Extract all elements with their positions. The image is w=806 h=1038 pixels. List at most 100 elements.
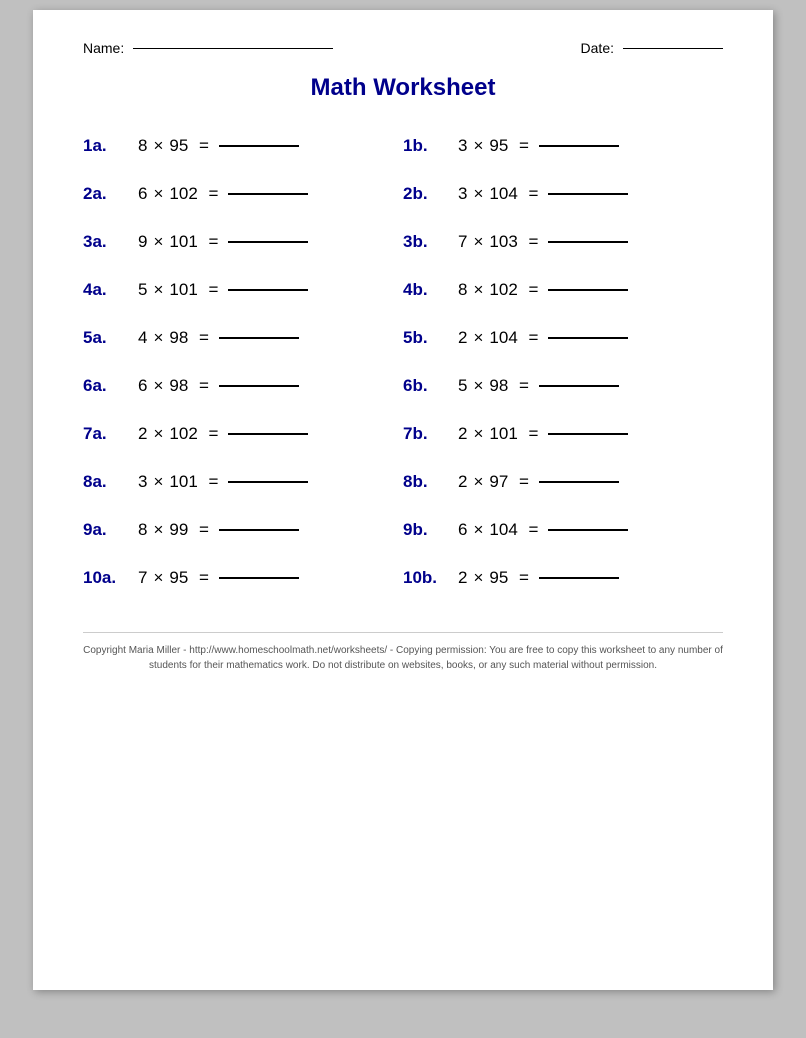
num2-2b: 104 bbox=[489, 184, 517, 204]
equals-symbol: = bbox=[514, 376, 529, 396]
name-field: Name: bbox=[83, 40, 333, 56]
answer-line-6a[interactable] bbox=[219, 385, 299, 387]
times-symbol: × bbox=[473, 376, 483, 396]
times-symbol: × bbox=[473, 136, 483, 156]
times-symbol: × bbox=[473, 184, 483, 204]
times-symbol: × bbox=[153, 280, 163, 300]
answer-line-5b[interactable] bbox=[548, 337, 628, 339]
equals-symbol: = bbox=[524, 280, 539, 300]
answer-line-10a[interactable] bbox=[219, 577, 299, 579]
equals-symbol: = bbox=[524, 184, 539, 204]
answer-line-8a[interactable] bbox=[228, 481, 308, 483]
num1-3b: 7 bbox=[458, 232, 467, 252]
page-title: Math Worksheet bbox=[83, 74, 723, 102]
footer-text: Copyright Maria Miller - http://www.home… bbox=[83, 632, 723, 673]
problem-label-5a: 5a. bbox=[83, 328, 128, 348]
problem-4a: 4a. 5 × 101 = bbox=[83, 266, 403, 314]
problem-label-4a: 4a. bbox=[83, 280, 128, 300]
problem-expr-1b: 3 × 95 = bbox=[458, 136, 619, 156]
answer-line-4a[interactable] bbox=[228, 289, 308, 291]
num1-5a: 4 bbox=[138, 328, 147, 348]
answer-line-10b[interactable] bbox=[539, 577, 619, 579]
num1-3a: 9 bbox=[138, 232, 147, 252]
problem-expr-7a: 2 × 102 = bbox=[138, 424, 308, 444]
answer-line-7a[interactable] bbox=[228, 433, 308, 435]
num1-9b: 6 bbox=[458, 520, 467, 540]
answer-line-4b[interactable] bbox=[548, 289, 628, 291]
problem-label-5b: 5b. bbox=[403, 328, 448, 348]
problem-label-8a: 8a. bbox=[83, 472, 128, 492]
problem-label-6b: 6b. bbox=[403, 376, 448, 396]
times-symbol: × bbox=[153, 184, 163, 204]
num1-1a: 8 bbox=[138, 136, 147, 156]
num1-7a: 2 bbox=[138, 424, 147, 444]
problem-1b: 1b. 3 × 95 = bbox=[403, 122, 723, 170]
answer-line-3a[interactable] bbox=[228, 241, 308, 243]
num2-3a: 101 bbox=[169, 232, 197, 252]
num2-4a: 101 bbox=[169, 280, 197, 300]
answer-line-9b[interactable] bbox=[548, 529, 628, 531]
problem-1a: 1a. 8 × 95 = bbox=[83, 122, 403, 170]
num2-5a: 98 bbox=[169, 328, 188, 348]
equals-symbol: = bbox=[514, 568, 529, 588]
equals-symbol: = bbox=[524, 232, 539, 252]
worksheet-page: Name: Date: Math Worksheet 1a. 8 × 95 = … bbox=[33, 10, 773, 990]
problem-8b: 8b. 2 × 97 = bbox=[403, 458, 723, 506]
times-symbol: × bbox=[153, 472, 163, 492]
num1-6a: 6 bbox=[138, 376, 147, 396]
num1-6b: 5 bbox=[458, 376, 467, 396]
times-symbol: × bbox=[473, 424, 483, 444]
problem-expr-1a: 8 × 95 = bbox=[138, 136, 299, 156]
num2-10b: 95 bbox=[489, 568, 508, 588]
answer-line-7b[interactable] bbox=[548, 433, 628, 435]
problem-label-10b: 10b. bbox=[403, 568, 448, 588]
problem-5b: 5b. 2 × 104 = bbox=[403, 314, 723, 362]
num2-3b: 103 bbox=[489, 232, 517, 252]
equals-symbol: = bbox=[204, 280, 219, 300]
problem-expr-6a: 6 × 98 = bbox=[138, 376, 299, 396]
answer-line-8b[interactable] bbox=[539, 481, 619, 483]
problem-10b: 10b. 2 × 95 = bbox=[403, 554, 723, 602]
problem-8a: 8a. 3 × 101 = bbox=[83, 458, 403, 506]
num2-7a: 102 bbox=[169, 424, 197, 444]
answer-line-1a[interactable] bbox=[219, 145, 299, 147]
problem-expr-9a: 8 × 99 = bbox=[138, 520, 299, 540]
problem-expr-3a: 9 × 101 = bbox=[138, 232, 308, 252]
num1-2a: 6 bbox=[138, 184, 147, 204]
equals-symbol: = bbox=[204, 232, 219, 252]
problem-label-9a: 9a. bbox=[83, 520, 128, 540]
num1-1b: 3 bbox=[458, 136, 467, 156]
answer-line-2a[interactable] bbox=[228, 193, 308, 195]
num2-7b: 101 bbox=[489, 424, 517, 444]
times-symbol: × bbox=[153, 424, 163, 444]
problem-4b: 4b. 8 × 102 = bbox=[403, 266, 723, 314]
answer-line-9a[interactable] bbox=[219, 529, 299, 531]
problem-expr-8b: 2 × 97 = bbox=[458, 472, 619, 492]
problem-label-3a: 3a. bbox=[83, 232, 128, 252]
problem-expr-4b: 8 × 102 = bbox=[458, 280, 628, 300]
problem-3b: 3b. 7 × 103 = bbox=[403, 218, 723, 266]
num2-6a: 98 bbox=[169, 376, 188, 396]
problem-2a: 2a. 6 × 102 = bbox=[83, 170, 403, 218]
answer-line-2b[interactable] bbox=[548, 193, 628, 195]
problem-9a: 9a. 8 × 99 = bbox=[83, 506, 403, 554]
problem-label-1a: 1a. bbox=[83, 136, 128, 156]
date-label: Date: bbox=[581, 40, 614, 56]
answer-line-3b[interactable] bbox=[548, 241, 628, 243]
problem-label-7b: 7b. bbox=[403, 424, 448, 444]
equals-symbol: = bbox=[204, 424, 219, 444]
num2-1b: 95 bbox=[489, 136, 508, 156]
num2-8b: 97 bbox=[489, 472, 508, 492]
answer-line-6b[interactable] bbox=[539, 385, 619, 387]
answer-line-5a[interactable] bbox=[219, 337, 299, 339]
num1-2b: 3 bbox=[458, 184, 467, 204]
equals-symbol: = bbox=[194, 376, 209, 396]
problem-label-7a: 7a. bbox=[83, 424, 128, 444]
equals-symbol: = bbox=[194, 568, 209, 588]
answer-line-1b[interactable] bbox=[539, 145, 619, 147]
times-symbol: × bbox=[153, 328, 163, 348]
num1-8b: 2 bbox=[458, 472, 467, 492]
times-symbol: × bbox=[153, 520, 163, 540]
num1-9a: 8 bbox=[138, 520, 147, 540]
problem-label-10a: 10a. bbox=[83, 568, 128, 588]
